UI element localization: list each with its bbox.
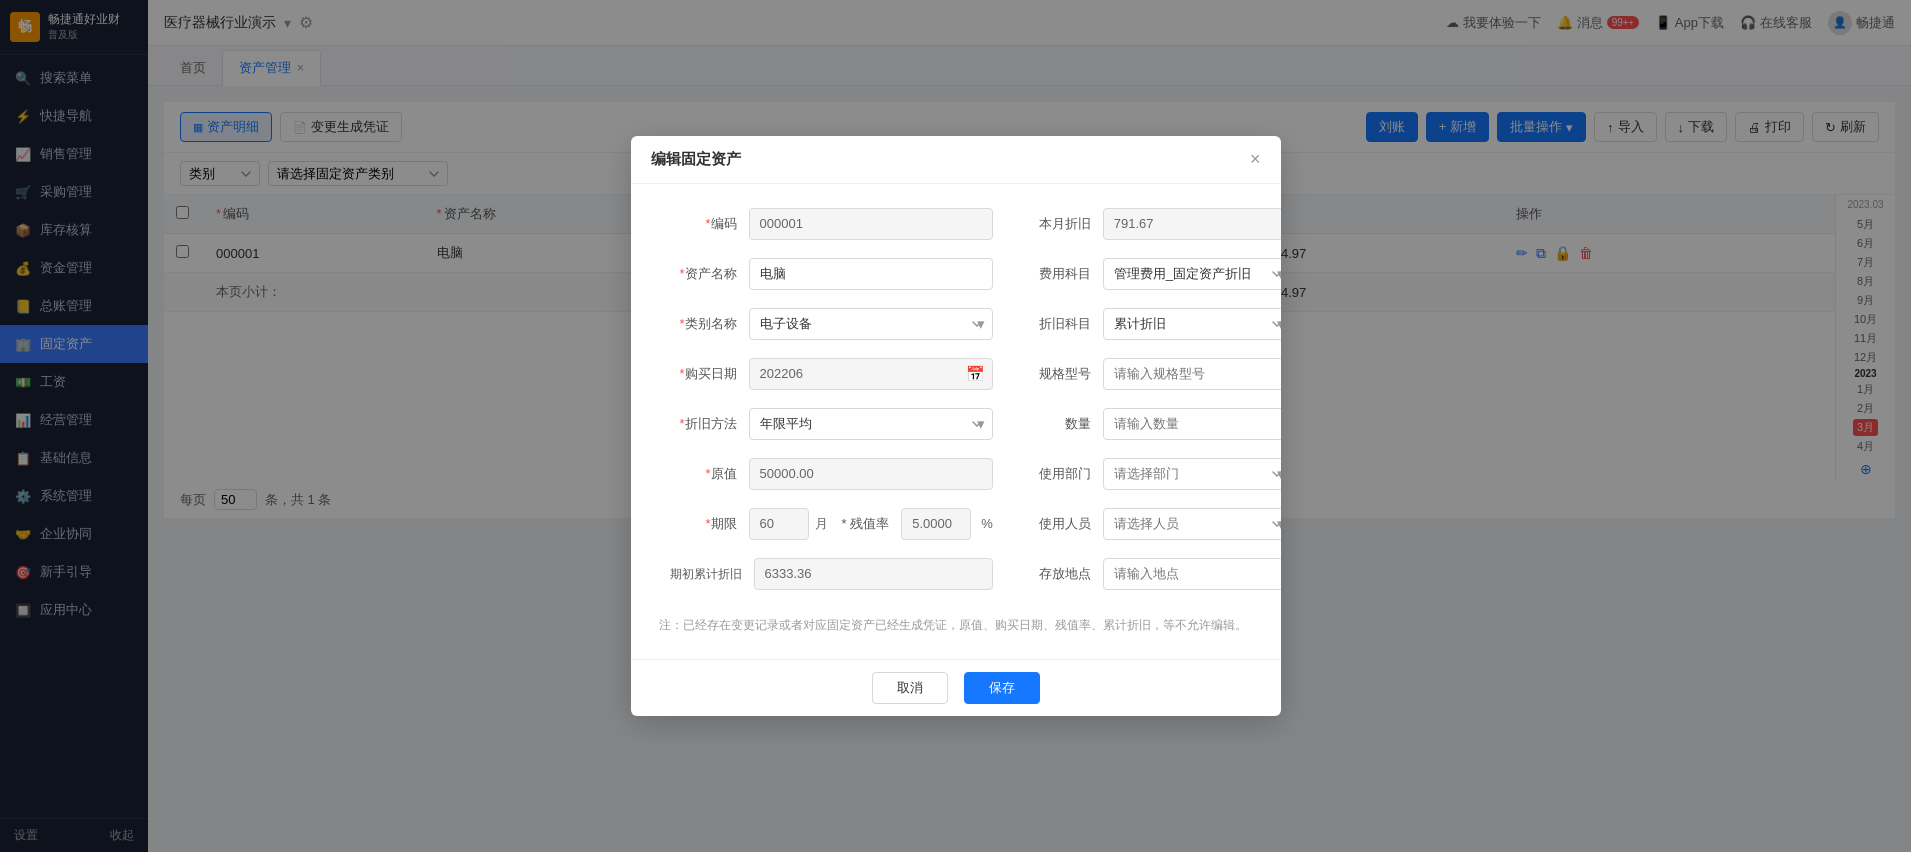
residual-rate-input[interactable] — [901, 508, 971, 540]
form-row-asset-name: *资产名称 — [659, 258, 993, 290]
expense-subject-input[interactable] — [1103, 258, 1281, 290]
form-row-code: *编码 document.querySelector('[data-name="… — [659, 208, 993, 240]
modal-overlay: 编辑固定资产 × *编码 document.querySelector('[da… — [0, 0, 1911, 852]
form-row-depreciation-method: *折旧方法 ▾ — [659, 408, 993, 440]
storage-location-input[interactable] — [1103, 558, 1281, 590]
form-row-use-dept: 使用部门 ▾ — [1013, 458, 1281, 490]
use-person-input[interactable] — [1103, 508, 1281, 540]
code-input[interactable] — [749, 208, 993, 240]
calendar-icon[interactable]: 📅 — [966, 365, 985, 383]
form-row-spec-model: 规格型号 — [1013, 358, 1281, 390]
period-acc-dep-input[interactable] — [754, 558, 993, 590]
purchase-date-input[interactable] — [749, 358, 993, 390]
modal-title: 编辑固定资产 — [651, 150, 741, 169]
form-row-use-person: 使用人员 ▾ — [1013, 508, 1281, 540]
chevron-down-icon: ▾ — [1277, 515, 1281, 533]
modal-header: 编辑固定资产 × — [631, 136, 1281, 184]
form-row-original-value: *原值 — [659, 458, 993, 490]
modal-close-btn[interactable]: × — [1250, 150, 1261, 168]
form-row-quantity: 数量 — [1013, 408, 1281, 440]
category-input[interactable] — [749, 308, 993, 340]
modal-footer: 取消 保存 — [631, 659, 1281, 716]
period-unit: 月 — [815, 515, 828, 533]
use-dept-input[interactable] — [1103, 458, 1281, 490]
dropdown-icon: ▾ — [977, 315, 985, 333]
form-row-storage-location: 存放地点 — [1013, 558, 1281, 590]
form-row-expense-subject: 费用科目 ▾ — [1013, 258, 1281, 290]
asset-name-input[interactable] — [749, 258, 993, 290]
current-month-dep-input[interactable] — [1103, 208, 1281, 240]
chevron-down-icon: ▾ — [1277, 465, 1281, 483]
modal-body: *编码 document.querySelector('[data-name="… — [631, 184, 1281, 659]
form-row-purchase-date: *购买日期 📅 — [659, 358, 993, 390]
form-row-current-month-dep: 本月折旧 — [1013, 208, 1281, 240]
form-row-dep-subject: 折旧科目 ▾ — [1013, 308, 1281, 340]
form-left-col: *编码 document.querySelector('[data-name="… — [659, 208, 993, 608]
chevron-down-icon: ▾ — [1277, 315, 1281, 333]
form-columns: *编码 document.querySelector('[data-name="… — [659, 208, 1253, 608]
spec-model-input[interactable] — [1103, 358, 1281, 390]
period-input[interactable] — [749, 508, 809, 540]
form-row-period: *期限 月 * 残值率 % — [659, 508, 993, 540]
form-row-category: *类别名称 ▾ — [659, 308, 993, 340]
chevron-down-icon: ▾ — [977, 415, 985, 433]
chevron-down-icon: ▾ — [1277, 265, 1281, 283]
edit-asset-modal: 编辑固定资产 × *编码 document.querySelector('[da… — [631, 136, 1281, 716]
save-button[interactable]: 保存 — [964, 672, 1040, 704]
form-right-col: 本月折旧 费用科目 ▾ 折旧科目 — [1013, 208, 1281, 608]
depreciation-method-input[interactable] — [749, 408, 993, 440]
residual-percent: % — [981, 516, 993, 531]
quantity-input[interactable] — [1103, 408, 1281, 440]
original-value-input[interactable] — [749, 458, 993, 490]
dep-subject-input[interactable] — [1103, 308, 1281, 340]
form-row-period-acc-dep: 期初累计折旧 — [659, 558, 993, 590]
cancel-button[interactable]: 取消 — [872, 672, 948, 704]
modal-note: 注：已经存在变更记录或者对应固定资产已经生成凭证，原值、购买日期、残值率、累计折… — [659, 608, 1253, 643]
